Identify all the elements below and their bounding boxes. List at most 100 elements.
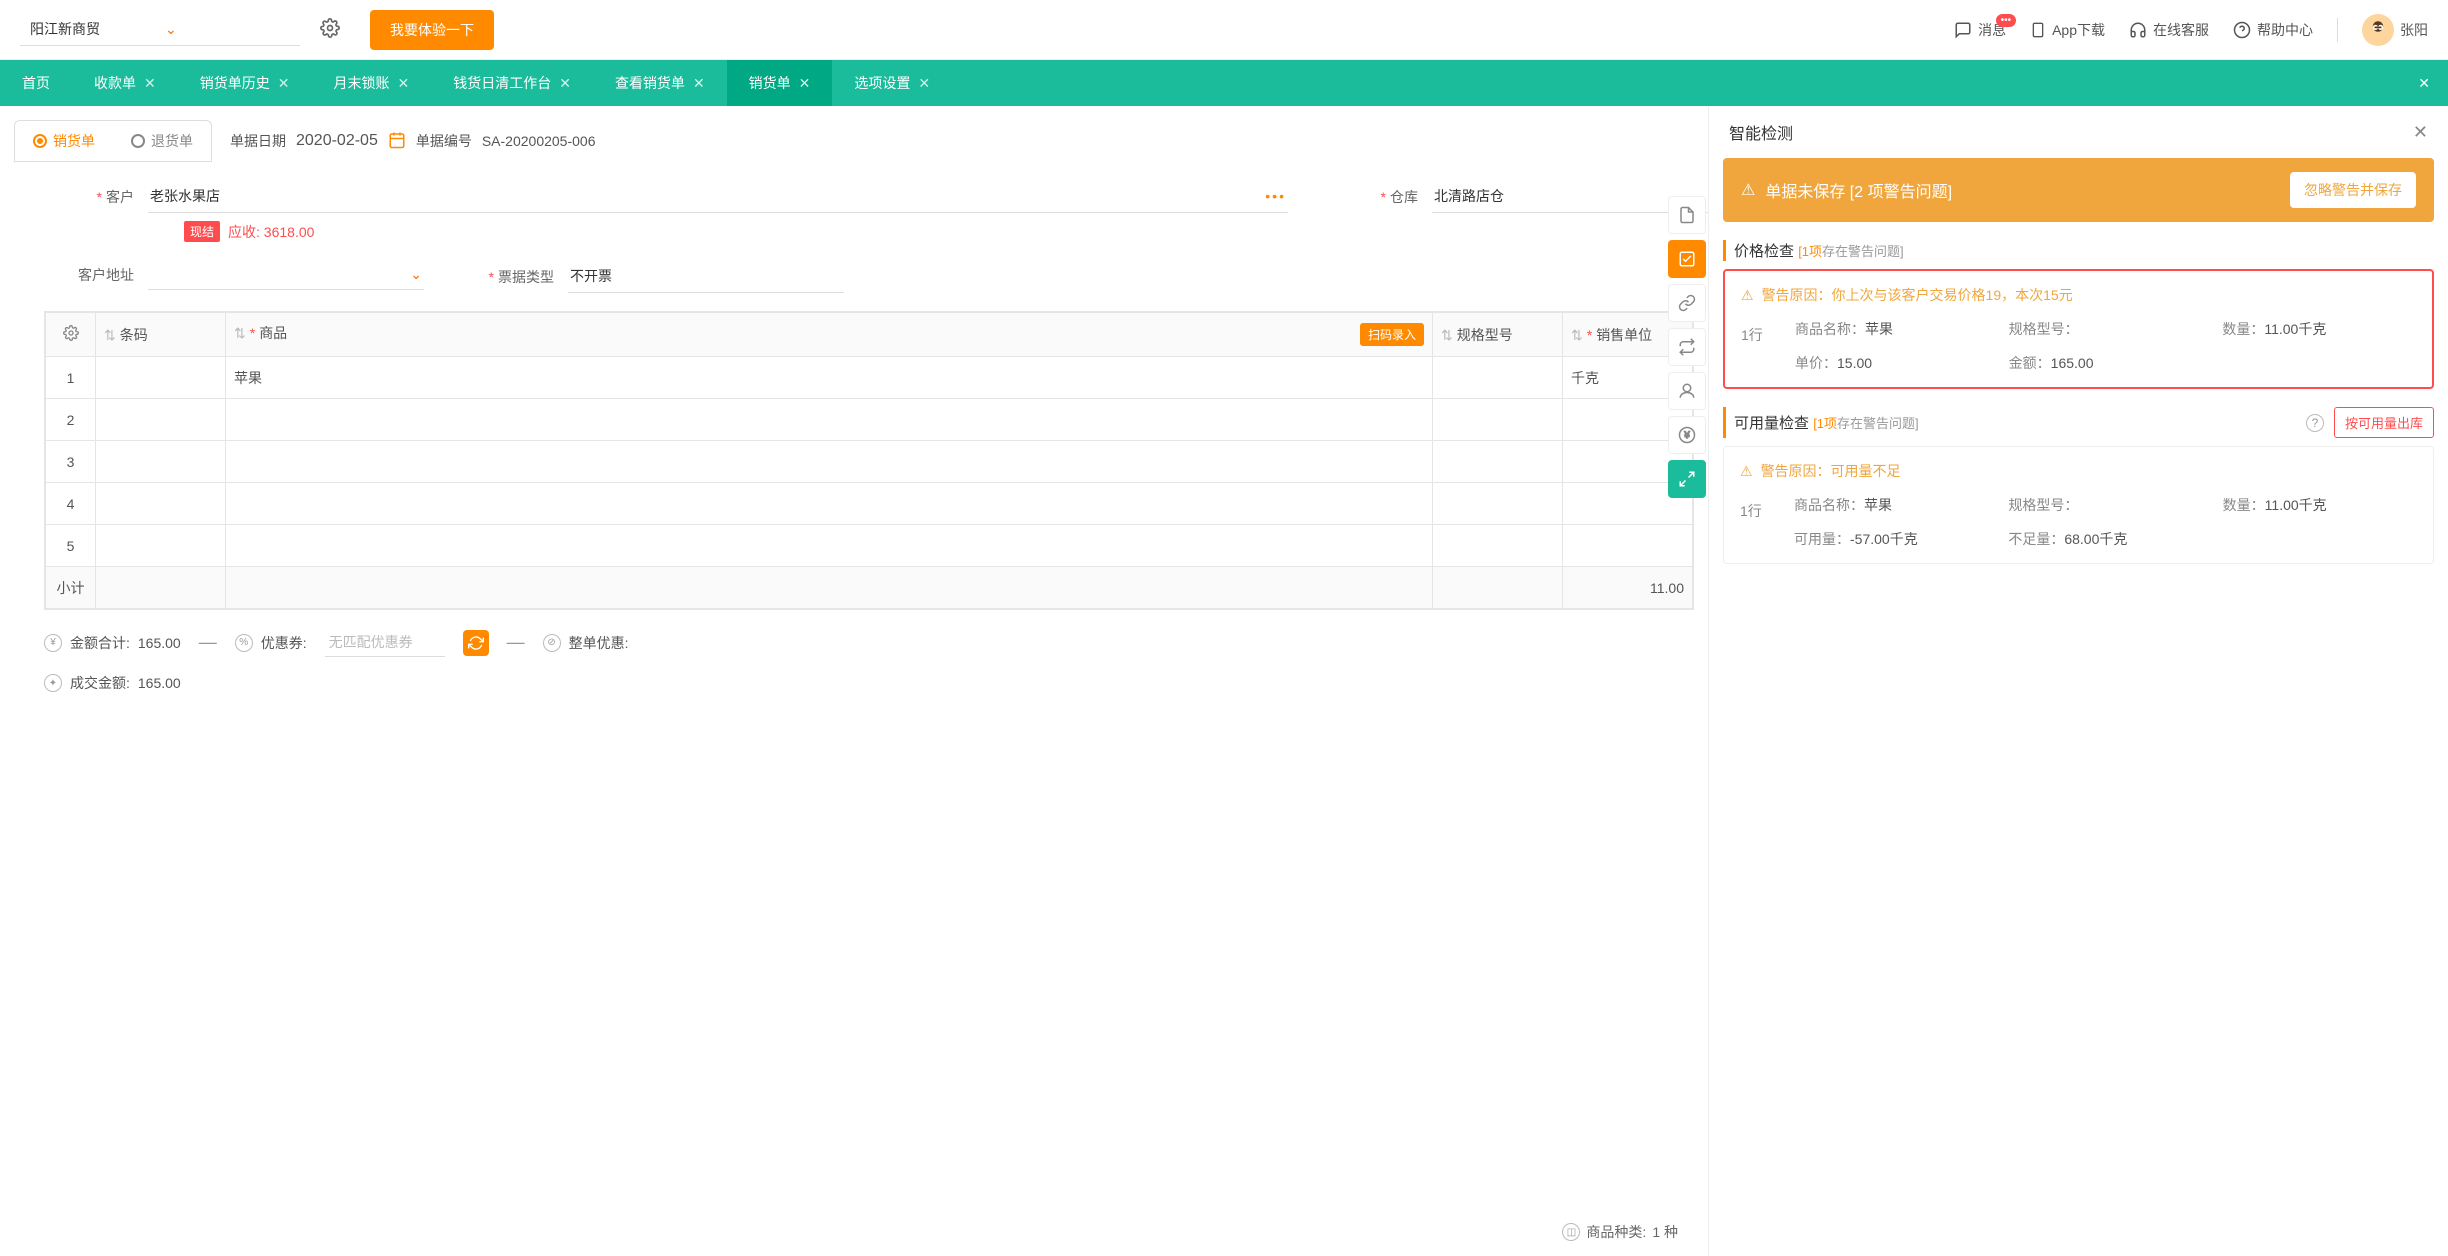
type-sale-radio[interactable]: 销货单	[15, 121, 113, 161]
gear-icon	[63, 325, 79, 341]
user-menu[interactable]: 张阳	[2362, 14, 2428, 46]
panel-title: 智能检测	[1729, 120, 1793, 144]
discount-icon: ⊘	[543, 634, 561, 652]
doc-no-label: 单据编号	[416, 131, 472, 151]
chevron-down-icon: ⌄	[165, 21, 290, 38]
company-select[interactable]: 阳江新商贸 ⌄	[20, 13, 300, 46]
stock-out-button[interactable]: 按可用量出库	[2334, 407, 2434, 438]
cube-icon: ◫	[1562, 1223, 1580, 1241]
tab[interactable]: 销货单✕	[727, 60, 833, 106]
tab-close-icon[interactable]: ✕	[144, 75, 156, 92]
gear-icon[interactable]	[320, 18, 340, 41]
close-icon[interactable]: ✕	[2413, 122, 2428, 143]
warning-icon: ⚠	[1740, 463, 1753, 480]
warning-icon: ⚠	[1741, 287, 1754, 304]
smart-check-panel: 智能检测 ✕ ⚠ 单据未保存 [2 项警告问题] 忽略警告并保存 价格检查 [1…	[1708, 106, 2448, 1256]
yen-icon: ¥	[44, 634, 62, 652]
calendar-icon[interactable]	[388, 131, 406, 152]
refresh-icon[interactable]	[463, 630, 489, 656]
tabs-bar: 首页收款单✕销货单历史✕月末锁账✕钱货日清工作台✕查看销货单✕销货单✕选项设置✕…	[0, 60, 2448, 106]
tab-close-icon[interactable]: ✕	[918, 75, 930, 92]
headset-icon	[2129, 21, 2147, 39]
coupon-input[interactable]: 无匹配优惠券	[325, 628, 445, 657]
table-row[interactable]: 4	[46, 483, 1693, 525]
address-input[interactable]: ⌄	[148, 260, 424, 290]
close-all-tabs[interactable]: ✕	[2400, 60, 2448, 106]
receivable-text: 应收: 3618.00	[228, 222, 314, 242]
stock-warning-card: ⚠警告原因：可用量不足 1行 商品名称：苹果 规格型号： 数量：11.00千克 …	[1723, 446, 2434, 564]
rail-check-icon[interactable]	[1668, 240, 1706, 278]
message-icon	[1954, 21, 1972, 39]
col-barcode[interactable]: ⇅条码	[96, 313, 226, 357]
table-row[interactable]: 5	[46, 525, 1693, 567]
coupon-icon: %	[235, 634, 253, 652]
table-row[interactable]: 3	[46, 441, 1693, 483]
tab[interactable]: 钱货日清工作台✕	[431, 60, 593, 106]
date-value[interactable]: 2020-02-05	[296, 132, 378, 150]
col-spec[interactable]: ⇅规格型号	[1433, 313, 1563, 357]
address-field: 客户地址 ⌄	[44, 260, 424, 290]
price-warning-card: ⚠警告原因：你上次与该客户交易价格19，本次15元 1行 商品名称：苹果 规格型…	[1723, 269, 2434, 389]
table-row[interactable]: 1苹果千克	[46, 357, 1693, 399]
subtotal-row: 小计 11.00	[46, 567, 1693, 609]
app-download-link[interactable]: App下载	[2030, 20, 2105, 40]
totals-row: ¥金额合计: 165.00 — %优惠券: 无匹配优惠券 — ⊘整单优惠:	[44, 628, 1694, 657]
customer-field: *客户 老张水果店 •••	[44, 180, 1288, 213]
tab[interactable]: 收款单✕	[72, 60, 178, 106]
date-label: 单据日期	[230, 131, 286, 151]
help-icon	[2233, 21, 2251, 39]
rail-doc-icon[interactable]	[1668, 196, 1706, 234]
items-grid: ⇅条码 ⇅*商品扫码录入 ⇅规格型号 ⇅*销售单位 1苹果千克2345 小计 1…	[44, 311, 1694, 610]
deal-icon: ✦	[44, 674, 62, 692]
tab[interactable]: 月末锁账✕	[311, 60, 431, 106]
tab-close-icon[interactable]: ✕	[278, 75, 290, 92]
side-rail: ¥	[1666, 196, 1708, 498]
phone-icon	[2030, 22, 2046, 38]
tab[interactable]: 选项设置✕	[832, 60, 952, 106]
header-actions: 消息 ••• App下载 在线客服 帮助中心 张阳	[1954, 14, 2428, 46]
stock-check-section: 可用量检查 [1项存在警告问题] ? 按可用量出库 ⚠警告原因：可用量不足 1行…	[1723, 407, 2434, 564]
warning-icon: ⚠	[1741, 180, 1755, 200]
type-return-radio[interactable]: 退货单	[113, 121, 211, 161]
rail-user-icon[interactable]	[1668, 372, 1706, 410]
payment-tag: 现结	[184, 221, 220, 242]
doc-no-value: SA-20200205-006	[482, 133, 596, 149]
col-gear[interactable]	[46, 313, 96, 357]
tab[interactable]: 查看销货单✕	[593, 60, 727, 106]
ignore-save-button[interactable]: 忽略警告并保存	[2290, 172, 2416, 208]
invoice-field: *票据类型 不开票	[464, 260, 844, 293]
warehouse-field: *仓库 北清路店仓	[1328, 180, 1708, 213]
rail-link-icon[interactable]	[1668, 284, 1706, 322]
customer-input[interactable]: 老张水果店 •••	[148, 180, 1288, 213]
deal-amount-row: ✦ 成交金额: 165.00	[44, 673, 1694, 693]
company-name: 阳江新商贸	[30, 19, 155, 39]
scan-button[interactable]: 扫码录入	[1360, 323, 1424, 346]
avatar	[2362, 14, 2394, 46]
invoice-input[interactable]: 不开票	[568, 260, 844, 293]
messages-link[interactable]: 消息 •••	[1954, 20, 2006, 40]
rail-exchange-icon[interactable]	[1668, 328, 1706, 366]
help-center-link[interactable]: 帮助中心	[2233, 20, 2313, 40]
messages-badge: •••	[1996, 14, 2017, 27]
tab-close-icon[interactable]: ✕	[559, 75, 571, 92]
document-area: 销货单 退货单 单据日期 2020-02-05 单据编号 SA-20200205…	[0, 106, 1708, 1256]
tab[interactable]: 首页	[0, 60, 72, 106]
tab-close-icon[interactable]: ✕	[693, 75, 705, 92]
ellipsis-icon[interactable]: •••	[1265, 188, 1286, 204]
bottom-summary: ◫ 商品种类: 1 种	[14, 1208, 1708, 1256]
trial-button[interactable]: 我要体验一下	[370, 10, 494, 50]
chevron-down-icon: ⌄	[410, 266, 422, 283]
svg-text:¥: ¥	[1683, 430, 1690, 440]
tab[interactable]: 销货单历史✕	[178, 60, 312, 106]
rail-expand-icon[interactable]	[1668, 460, 1706, 498]
doc-type-toggle: 销货单 退货单	[14, 120, 212, 162]
price-check-section: 价格检查 [1项存在警告问题] ⚠警告原因：你上次与该客户交易价格19，本次15…	[1723, 240, 2434, 389]
tab-close-icon[interactable]: ✕	[397, 75, 409, 92]
table-row[interactable]: 2	[46, 399, 1693, 441]
help-icon[interactable]: ?	[2306, 414, 2324, 432]
tab-close-icon[interactable]: ✕	[799, 75, 811, 92]
col-product[interactable]: ⇅*商品扫码录入	[226, 313, 1433, 357]
online-service-link[interactable]: 在线客服	[2129, 20, 2209, 40]
rail-money-icon[interactable]: ¥	[1668, 416, 1706, 454]
warning-banner: ⚠ 单据未保存 [2 项警告问题] 忽略警告并保存	[1723, 158, 2434, 222]
